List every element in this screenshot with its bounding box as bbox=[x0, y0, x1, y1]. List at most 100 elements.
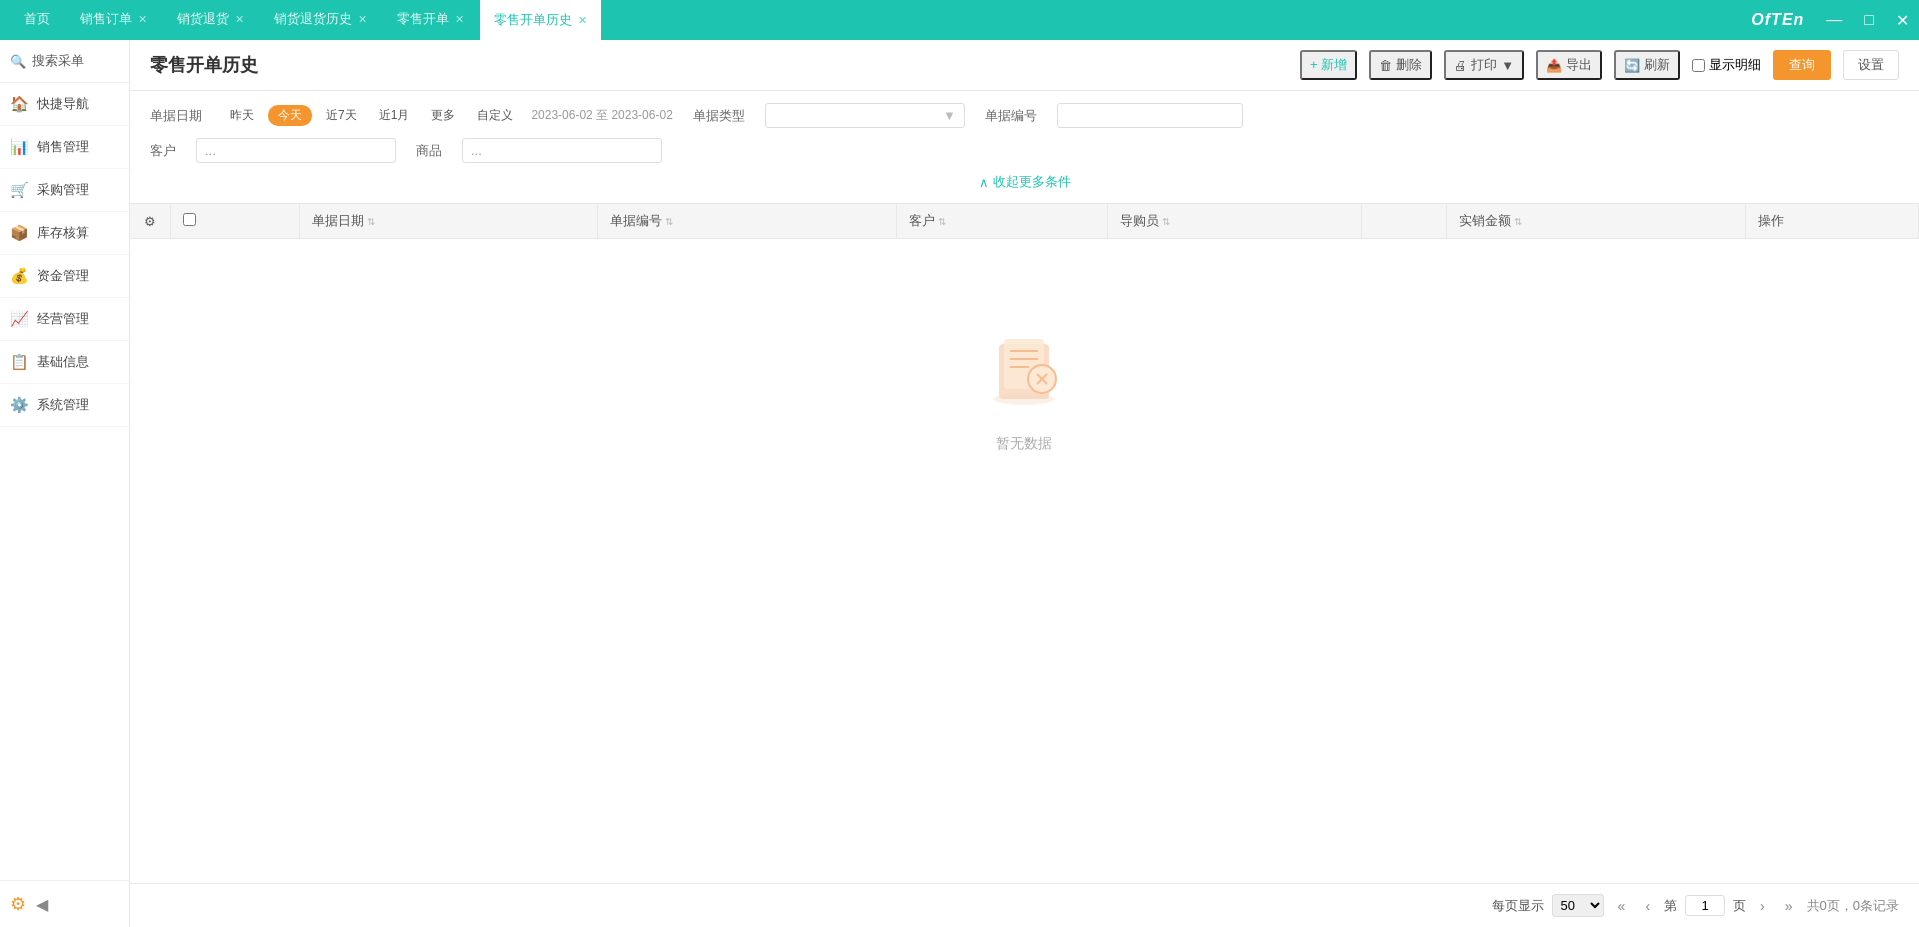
customer-label: 客户 bbox=[150, 142, 176, 160]
collapse-button[interactable]: ∧ 收起更多条件 bbox=[150, 173, 1899, 191]
tab-home[interactable]: 首页 bbox=[10, 0, 64, 40]
th-checkbox bbox=[170, 204, 299, 239]
sidebar-item-basic-info[interactable]: 📋 基础信息 bbox=[0, 341, 129, 384]
query-button[interactable]: 查询 bbox=[1773, 50, 1831, 80]
tab-sales-return-history[interactable]: 销货退货历史 ✕ bbox=[260, 0, 381, 40]
th-amount-label: 实销金额 bbox=[1459, 212, 1511, 230]
window-minimize-icon[interactable]: — bbox=[1826, 11, 1842, 29]
order-type-placeholder bbox=[774, 108, 778, 123]
close-retail-open-icon[interactable]: ✕ bbox=[455, 13, 464, 26]
sidebar-item-sales-mgmt[interactable]: 📊 销售管理 bbox=[0, 126, 129, 169]
sidebar-label-quick-nav: 快捷导航 bbox=[37, 95, 89, 113]
page-next-button[interactable]: › bbox=[1754, 896, 1771, 916]
show-detail-toggle[interactable]: 显示明细 bbox=[1692, 56, 1761, 74]
th-customer-label: 客户 bbox=[909, 212, 935, 230]
close-sales-order-icon[interactable]: ✕ bbox=[138, 13, 147, 26]
order-num-label: 单据编号 bbox=[985, 107, 1037, 125]
sidebar-label-sys-mgmt: 系统管理 bbox=[37, 396, 89, 414]
product-placeholder: ... bbox=[471, 143, 482, 158]
show-detail-checkbox[interactable] bbox=[1692, 59, 1705, 72]
th-date[interactable]: 单据日期 ⇅ bbox=[299, 204, 598, 239]
date-label: 单据日期 bbox=[150, 107, 202, 125]
pagination: 每页显示 10 20 50 100 « ‹ 第 页 › » 共0页，0条记录 bbox=[130, 883, 1919, 927]
print-button[interactable]: 🖨 打印 ▼ bbox=[1444, 50, 1524, 80]
sidebar-item-finance[interactable]: 💰 资金管理 bbox=[0, 255, 129, 298]
empty-state: 暂无数据 bbox=[130, 239, 1919, 533]
close-sales-return-history-icon[interactable]: ✕ bbox=[358, 13, 367, 26]
per-page-select[interactable]: 10 20 50 100 bbox=[1552, 894, 1604, 917]
print-label: 打印 bbox=[1471, 56, 1497, 74]
order-num-input[interactable] bbox=[1057, 103, 1243, 128]
sidebar-bottom: ⚙ ◀ bbox=[0, 880, 129, 927]
date-btn-more[interactable]: 更多 bbox=[423, 105, 463, 126]
delete-button[interactable]: 🗑 删除 bbox=[1369, 50, 1432, 80]
data-table: ⚙ 单据日期 ⇅ 单据编号 ⇅ bbox=[130, 204, 1919, 533]
order-type-dropdown-icon: ▼ bbox=[943, 108, 956, 123]
th-guide[interactable]: 导购员 ⇅ bbox=[1107, 204, 1362, 239]
close-sales-return-icon[interactable]: ✕ bbox=[235, 13, 244, 26]
table-container: ⚙ 单据日期 ⇅ 单据编号 ⇅ bbox=[130, 204, 1919, 883]
collapse-up-icon: ∧ bbox=[979, 175, 989, 190]
settings-button[interactable]: 设置 bbox=[1843, 50, 1899, 80]
refresh-button[interactable]: 🔄 刷新 bbox=[1614, 50, 1680, 80]
home-tab-label: 首页 bbox=[24, 10, 50, 28]
tab-sales-order[interactable]: 销售订单 ✕ bbox=[66, 0, 161, 40]
sidebar-item-operations[interactable]: 📈 经营管理 bbox=[0, 298, 129, 341]
sidebar-item-sys-mgmt[interactable]: ⚙️ 系统管理 bbox=[0, 384, 129, 427]
order-type-select[interactable]: ▼ bbox=[765, 103, 965, 128]
window-close-icon[interactable]: ✕ bbox=[1896, 11, 1909, 30]
th-number[interactable]: 单据编号 ⇅ bbox=[598, 204, 897, 239]
sidebar: 🔍 搜索采单 🏠 快捷导航 📊 销售管理 🛒 采购管理 📦 库存核算 💰 资金管… bbox=[0, 40, 130, 927]
add-button[interactable]: + 新增 bbox=[1300, 50, 1357, 80]
order-type-label: 单据类型 bbox=[693, 107, 745, 125]
empty-text: 暂无数据 bbox=[996, 435, 1052, 453]
sales-return-history-label: 销货退货历史 bbox=[274, 10, 352, 28]
page-last-button[interactable]: » bbox=[1779, 896, 1799, 916]
th-actions: 操作 bbox=[1745, 204, 1918, 239]
page-number-input[interactable] bbox=[1685, 895, 1725, 916]
select-all-checkbox[interactable] bbox=[183, 213, 196, 226]
sidebar-search[interactable]: 🔍 搜索采单 bbox=[0, 40, 129, 83]
show-detail-label: 显示明细 bbox=[1709, 56, 1761, 74]
tab-bar: 首页 销售订单 ✕ 销货退货 ✕ 销货退货历史 ✕ 零售开单 ✕ 零售开单历史 … bbox=[10, 0, 1751, 40]
empty-state-illustration bbox=[974, 319, 1074, 419]
page-prev-button[interactable]: ‹ bbox=[1639, 896, 1656, 916]
filter-row-2: 客户 ... 商品 ... bbox=[150, 138, 1899, 163]
tab-sales-return[interactable]: 销货退货 ✕ bbox=[163, 0, 258, 40]
export-label: 导出 bbox=[1566, 56, 1592, 74]
page-label: 第 bbox=[1664, 897, 1677, 915]
product-select[interactable]: ... bbox=[462, 138, 662, 163]
close-retail-open-history-icon[interactable]: ✕ bbox=[578, 14, 587, 27]
page-first-button[interactable]: « bbox=[1612, 896, 1632, 916]
sidebar-label-inventory: 库存核算 bbox=[37, 224, 89, 242]
export-button[interactable]: 📤 导出 bbox=[1536, 50, 1602, 80]
page-title: 零售开单历史 bbox=[150, 53, 258, 77]
sidebar-item-inventory[interactable]: 📦 库存核算 bbox=[0, 212, 129, 255]
sidebar-item-purchase-mgmt[interactable]: 🛒 采购管理 bbox=[0, 169, 129, 212]
date-btn-custom[interactable]: 自定义 bbox=[469, 105, 521, 126]
customer-select[interactable]: ... bbox=[196, 138, 396, 163]
main-layout: 🔍 搜索采单 🏠 快捷导航 📊 销售管理 🛒 采购管理 📦 库存核算 💰 资金管… bbox=[0, 40, 1919, 927]
settings-gear-icon[interactable]: ⚙ bbox=[10, 893, 26, 915]
tab-retail-open-history[interactable]: 零售开单历史 ✕ bbox=[480, 0, 601, 40]
th-actions-label: 操作 bbox=[1758, 213, 1784, 228]
date-btn-7days[interactable]: 近7天 bbox=[318, 105, 365, 126]
date-btn-1month[interactable]: 近1月 bbox=[371, 105, 418, 126]
date-range-display: 2023-06-02 至 2023-06-02 bbox=[531, 107, 672, 124]
tab-retail-open[interactable]: 零售开单 ✕ bbox=[383, 0, 478, 40]
th-amount[interactable]: 实销金额 ⇅ bbox=[1447, 204, 1746, 239]
empty-row: 暂无数据 bbox=[130, 239, 1919, 534]
sidebar-collapse-icon[interactable]: ◀ bbox=[36, 895, 48, 914]
date-btn-yesterday[interactable]: 昨天 bbox=[222, 105, 262, 126]
th-customer[interactable]: 客户 ⇅ bbox=[897, 204, 1107, 239]
quick-nav-icon: 🏠 bbox=[10, 95, 29, 113]
sidebar-label-operations: 经营管理 bbox=[37, 310, 89, 328]
th-settings[interactable]: ⚙ bbox=[130, 204, 170, 239]
table-body: 暂无数据 bbox=[130, 239, 1919, 534]
sidebar-item-quick-nav[interactable]: 🏠 快捷导航 bbox=[0, 83, 129, 126]
sales-return-label: 销货退货 bbox=[177, 10, 229, 28]
date-btn-today[interactable]: 今天 bbox=[268, 105, 312, 126]
window-maximize-icon[interactable]: □ bbox=[1864, 11, 1874, 29]
th-date-label: 单据日期 bbox=[312, 212, 364, 230]
date-group: 昨天 今天 近7天 近1月 更多 自定义 2023-06-02 至 2023-0… bbox=[222, 105, 673, 126]
